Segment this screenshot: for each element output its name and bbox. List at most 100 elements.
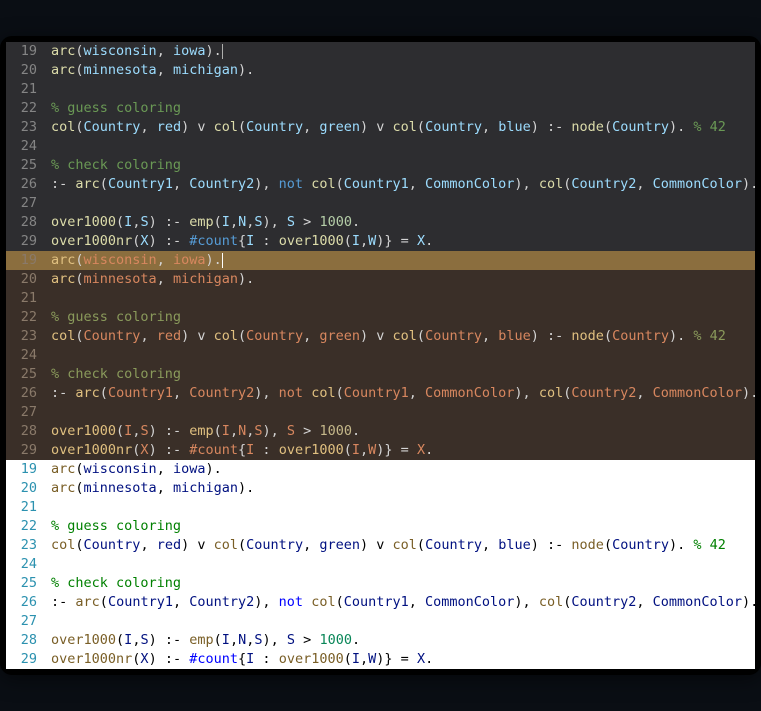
code-line[interactable]: 27 xyxy=(6,194,755,213)
code-line[interactable]: 28over1000(I,S) :- emp(I,N,S), S > 1000. xyxy=(6,213,755,232)
code-line[interactable]: 26:- arc(Country1, Country2), not col(Co… xyxy=(6,593,755,612)
code-line[interactable]: 25% check coloring xyxy=(6,574,755,593)
token-punc: , xyxy=(409,385,425,401)
code-line[interactable]: 21 xyxy=(6,289,755,308)
token-var: N xyxy=(238,632,246,648)
code-panel-dark2[interactable]: 19arc(wisconsin, iowa).20arc(minnesota, … xyxy=(6,251,755,460)
code-line[interactable]: 22% guess coloring xyxy=(6,99,755,118)
code-line[interactable]: 21 xyxy=(6,80,755,99)
token-punc: ). xyxy=(205,461,221,477)
token-punc: , xyxy=(482,328,498,344)
code-line[interactable]: 19arc(wisconsin, iowa). xyxy=(6,251,755,270)
code-content[interactable]: over1000(I,S) :- emp(I,N,S), S > 1000. xyxy=(51,213,755,232)
token-punc: , xyxy=(230,632,238,648)
code-line[interactable]: 21 xyxy=(6,498,755,517)
token-cmt: % 42 xyxy=(693,537,726,553)
code-line[interactable]: 29over1000nr(X) :- #count{I : over1000(I… xyxy=(6,232,755,251)
code-content[interactable]: % check coloring xyxy=(51,365,755,384)
code-content[interactable]: arc(wisconsin, iowa). xyxy=(51,251,755,270)
line-number: 27 xyxy=(6,612,51,631)
code-content[interactable]: :- arc(Country1, Country2), not col(Coun… xyxy=(51,593,758,612)
token-fn: node xyxy=(571,328,604,344)
code-content[interactable] xyxy=(51,498,755,517)
token-cmt: % guess coloring xyxy=(51,309,181,325)
code-content[interactable]: arc(minnesota, michigan). xyxy=(51,270,755,289)
line-number: 24 xyxy=(6,555,51,574)
code-content[interactable]: over1000nr(X) :- #count{I : over1000(I,W… xyxy=(51,650,755,669)
token-punc: ( xyxy=(75,461,83,477)
token-cmt: % 42 xyxy=(693,119,726,135)
token-atom: iowa xyxy=(173,43,206,59)
code-line[interactable]: 19arc(wisconsin, iowa). xyxy=(6,42,755,61)
token-punc xyxy=(295,632,303,648)
line-number: 29 xyxy=(6,441,51,460)
code-content[interactable]: % guess coloring xyxy=(51,99,755,118)
code-line[interactable]: 28over1000(I,S) :- emp(I,N,S), S > 1000. xyxy=(6,631,755,650)
code-content[interactable] xyxy=(51,555,755,574)
code-line[interactable]: 25% check coloring xyxy=(6,156,755,175)
code-line[interactable]: 20arc(minnesota, michigan). xyxy=(6,270,755,289)
code-line[interactable]: 24 xyxy=(6,555,755,574)
token-punc: ) xyxy=(149,214,165,230)
line-number: 22 xyxy=(6,308,51,327)
code-line[interactable]: 23col(Country, red) v col(Country, green… xyxy=(6,118,755,137)
code-content[interactable] xyxy=(51,194,755,213)
code-line[interactable]: 26:- arc(Country1, Country2), not col(Co… xyxy=(6,175,755,194)
code-content[interactable]: % guess coloring xyxy=(51,308,755,327)
token-punc: ) xyxy=(531,119,547,135)
token-var: CommonColor xyxy=(653,594,742,610)
code-content[interactable]: :- arc(Country1, Country2), not col(Coun… xyxy=(51,175,758,194)
code-line[interactable]: 29over1000nr(X) :- #count{I : over1000(I… xyxy=(6,650,755,669)
code-line[interactable]: 27 xyxy=(6,403,755,422)
token-punc xyxy=(409,233,417,249)
code-line[interactable]: 19arc(wisconsin, iowa). xyxy=(6,460,755,479)
code-line[interactable]: 24 xyxy=(6,137,755,156)
token-atom: minnesota xyxy=(84,62,157,78)
code-content[interactable]: over1000(I,S) :- emp(I,N,S), S > 1000. xyxy=(51,631,755,650)
code-content[interactable]: arc(minnesota, michigan). xyxy=(51,479,755,498)
token-punc: ), xyxy=(514,176,538,192)
token-kw: #count xyxy=(189,442,238,458)
code-panel-light[interactable]: 19arc(wisconsin, iowa).20arc(minnesota, … xyxy=(6,460,755,669)
code-line[interactable]: 24 xyxy=(6,346,755,365)
code-content[interactable] xyxy=(51,289,755,308)
token-op: :- xyxy=(165,233,181,249)
code-line[interactable]: 26:- arc(Country1, Country2), not col(Co… xyxy=(6,384,755,403)
code-content[interactable]: :- arc(Country1, Country2), not col(Coun… xyxy=(51,384,758,403)
code-content[interactable]: col(Country, red) v col(Country, green) … xyxy=(51,536,755,555)
code-content[interactable]: arc(wisconsin, iowa). xyxy=(51,460,755,479)
code-line[interactable]: 23col(Country, red) v col(Country, green… xyxy=(6,327,755,346)
token-punc: ( xyxy=(75,271,83,287)
code-content[interactable]: col(Country, red) v col(Country, green) … xyxy=(51,118,755,137)
code-line[interactable]: 25% check coloring xyxy=(6,365,755,384)
code-content[interactable]: % check coloring xyxy=(51,574,755,593)
code-content[interactable]: over1000(I,S) :- emp(I,N,S), S > 1000. xyxy=(51,422,755,441)
code-content[interactable] xyxy=(51,80,755,99)
code-line[interactable]: 27 xyxy=(6,612,755,631)
token-punc: ( xyxy=(604,537,612,553)
token-punc: ). xyxy=(205,43,221,59)
code-content[interactable] xyxy=(51,346,755,365)
code-line[interactable]: 20arc(minnesota, michigan). xyxy=(6,479,755,498)
code-line[interactable]: 23col(Country, red) v col(Country, green… xyxy=(6,536,755,555)
code-content[interactable]: col(Country, red) v col(Country, green) … xyxy=(51,327,755,346)
code-content[interactable]: % guess coloring xyxy=(51,517,755,536)
code-panel-dark1[interactable]: 19arc(wisconsin, iowa).20arc(minnesota, … xyxy=(6,42,755,251)
code-content[interactable]: arc(minnesota, michigan). xyxy=(51,61,755,80)
code-content[interactable]: over1000nr(X) :- #count{I : over1000(I,W… xyxy=(51,232,755,251)
code-line[interactable]: 22% guess coloring xyxy=(6,517,755,536)
token-op: :- xyxy=(165,423,181,439)
code-content[interactable]: over1000nr(X) :- #count{I : over1000(I,W… xyxy=(51,441,755,460)
code-content[interactable] xyxy=(51,137,755,156)
code-content[interactable] xyxy=(51,403,755,422)
token-punc: ( xyxy=(344,233,352,249)
code-line[interactable]: 22% guess coloring xyxy=(6,308,755,327)
code-content[interactable]: % check coloring xyxy=(51,156,755,175)
token-var: CommonColor xyxy=(425,594,514,610)
code-content[interactable] xyxy=(51,612,755,631)
code-line[interactable]: 20arc(minnesota, michigan). xyxy=(6,61,755,80)
code-content[interactable]: arc(wisconsin, iowa). xyxy=(51,42,755,61)
token-atom: iowa xyxy=(173,252,206,268)
code-line[interactable]: 28over1000(I,S) :- emp(I,N,S), S > 1000. xyxy=(6,422,755,441)
code-line[interactable]: 29over1000nr(X) :- #count{I : over1000(I… xyxy=(6,441,755,460)
